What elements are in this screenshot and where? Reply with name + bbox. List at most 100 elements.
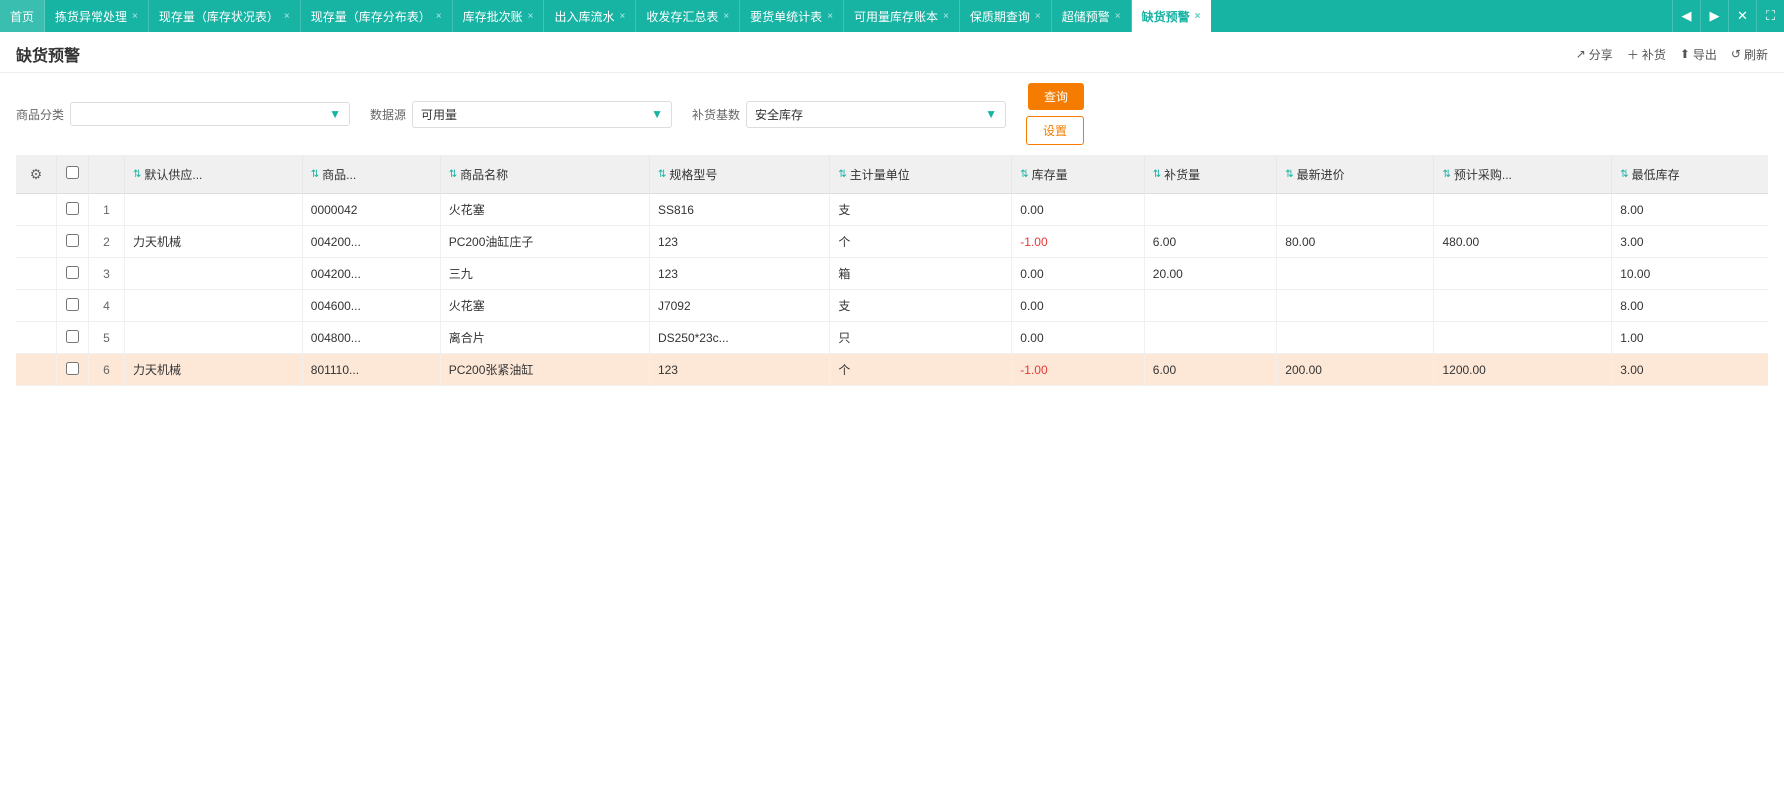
tab-available-ledger[interactable]: 可用量库存账本 × bbox=[844, 0, 960, 32]
row-checkbox-5[interactable] bbox=[66, 362, 79, 375]
row-stock-5: -1.00 bbox=[1012, 354, 1145, 386]
row-name-0: 火花塞 bbox=[440, 194, 649, 226]
row-spec-4: DS250*23c... bbox=[649, 322, 829, 354]
tab-bar: 首页 拣货异常处理 × 现存量（库存状况表） × 现存量（库存分布表） × 库存… bbox=[0, 0, 1784, 32]
row-gear-1 bbox=[16, 226, 57, 258]
tab-expiry-query[interactable]: 保质期查询 × bbox=[960, 0, 1052, 32]
th-spec: ⇅ 规格型号 bbox=[649, 155, 829, 194]
row-checkbox-0[interactable] bbox=[66, 202, 79, 215]
tab-prev-btn[interactable]: ◀ bbox=[1672, 0, 1700, 32]
tab-next-btn[interactable]: ▶ bbox=[1700, 0, 1728, 32]
row-checkbox-1[interactable] bbox=[66, 234, 79, 247]
datasource-select[interactable]: 可用量 ▼ bbox=[412, 101, 672, 128]
row-min-stock-5: 3.00 bbox=[1612, 354, 1768, 386]
row-unit-3: 支 bbox=[830, 290, 1012, 322]
row-checkbox-cell-2 bbox=[57, 258, 89, 290]
row-unit-4: 只 bbox=[830, 322, 1012, 354]
refresh-icon: ↺ bbox=[1731, 47, 1741, 61]
sort-stock-icon: ⇅ bbox=[1020, 169, 1028, 180]
th-num bbox=[89, 155, 125, 194]
tab-close-order-stats[interactable]: × bbox=[827, 11, 833, 22]
tab-batch-account[interactable]: 库存批次账 × bbox=[453, 0, 545, 32]
tab-close-available-ledger[interactable]: × bbox=[943, 11, 949, 22]
table-row: 4 004600... 火花塞 J7092 支 0.00 8.00 bbox=[16, 290, 1768, 322]
row-replenish-qty-3 bbox=[1144, 290, 1277, 322]
row-supplier-3 bbox=[125, 290, 303, 322]
tab-close-overstock[interactable]: × bbox=[1115, 11, 1121, 22]
row-checkbox-cell-1 bbox=[57, 226, 89, 258]
tab-inout-flow[interactable]: 出入库流水 × bbox=[544, 0, 636, 32]
row-num-5: 6 bbox=[89, 354, 125, 386]
row-checkbox-3[interactable] bbox=[66, 298, 79, 311]
category-arrow-icon: ▼ bbox=[329, 107, 341, 121]
tab-close-collect-summary[interactable]: × bbox=[723, 11, 729, 22]
replenish-icon: ＋ bbox=[1627, 46, 1639, 63]
tab-home[interactable]: 首页 bbox=[0, 0, 45, 32]
tab-inventory-status[interactable]: 现存量（库存状况表） × bbox=[149, 0, 301, 32]
row-estimated-1: 480.00 bbox=[1434, 226, 1612, 258]
row-min-stock-3: 8.00 bbox=[1612, 290, 1768, 322]
tab-close-inventory-status[interactable]: × bbox=[284, 11, 290, 22]
filter-bar: 商品分类 ▼ 数据源 可用量 ▼ 补货基数 安全库存 ▼ 查询 设置 bbox=[0, 73, 1784, 155]
row-latest-price-4 bbox=[1277, 322, 1434, 354]
row-estimated-0 bbox=[1434, 194, 1612, 226]
row-num-0: 1 bbox=[89, 194, 125, 226]
row-estimated-3 bbox=[1434, 290, 1612, 322]
share-button[interactable]: ↗ 分享 bbox=[1576, 46, 1613, 63]
export-icon: ⬆ bbox=[1680, 47, 1690, 61]
row-supplier-1: 力天机械 bbox=[125, 226, 303, 258]
tab-fullscreen-btn[interactable]: ⛶ bbox=[1756, 0, 1784, 32]
replenish-base-label: 补货基数 bbox=[692, 106, 740, 123]
datasource-value: 可用量 bbox=[421, 106, 651, 123]
tab-stockout[interactable]: 缺货预警 × bbox=[1132, 0, 1212, 32]
row-unit-5: 个 bbox=[830, 354, 1012, 386]
row-code-1: 004200... bbox=[302, 226, 440, 258]
table-header-row: ⚙ ⇅ 默认供应... ⇅ 商 bbox=[16, 155, 1768, 194]
table-body: 1 0000042 火花塞 SS816 支 0.00 8.00 2 力天机械 0… bbox=[16, 194, 1768, 386]
tab-overstock[interactable]: 超储预警 × bbox=[1052, 0, 1132, 32]
sort-unit-icon: ⇅ bbox=[838, 169, 846, 180]
th-stock: ⇅ 库存量 bbox=[1012, 155, 1145, 194]
tab-close-inventory-dist[interactable]: × bbox=[436, 11, 442, 22]
tab-close-exception[interactable]: × bbox=[132, 11, 138, 22]
row-code-4: 004800... bbox=[302, 322, 440, 354]
tab-order-stats[interactable]: 要货单统计表 × bbox=[740, 0, 844, 32]
tab-close-batch-account[interactable]: × bbox=[528, 11, 534, 22]
row-supplier-0 bbox=[125, 194, 303, 226]
row-checkbox-cell-3 bbox=[57, 290, 89, 322]
tab-exception[interactable]: 拣货异常处理 × bbox=[45, 0, 149, 32]
table-container: ⚙ ⇅ 默认供应... ⇅ 商 bbox=[0, 155, 1784, 386]
export-button[interactable]: ⬆ 导出 bbox=[1680, 46, 1717, 63]
page-header: 缺货预警 ↗ 分享 ＋ 补货 ⬆ 导出 ↺ 刷新 bbox=[0, 32, 1784, 73]
tab-inventory-dist[interactable]: 现存量（库存分布表） × bbox=[301, 0, 453, 32]
select-all-checkbox[interactable] bbox=[66, 166, 79, 179]
replenish-base-filter-group: 补货基数 安全库存 ▼ bbox=[692, 101, 1006, 128]
replenish-button[interactable]: ＋ 补货 bbox=[1627, 46, 1666, 63]
category-select[interactable]: ▼ bbox=[70, 102, 350, 126]
tab-collect-summary[interactable]: 收发存汇总表 × bbox=[636, 0, 740, 32]
query-button[interactable]: 查询 bbox=[1028, 83, 1084, 110]
header-actions: ↗ 分享 ＋ 补货 ⬆ 导出 ↺ 刷新 bbox=[1576, 46, 1768, 63]
table-row: 1 0000042 火花塞 SS816 支 0.00 8.00 bbox=[16, 194, 1768, 226]
sort-minstock-icon: ⇅ bbox=[1620, 169, 1628, 180]
tab-close-expiry-query[interactable]: × bbox=[1035, 11, 1041, 22]
tab-close-stockout[interactable]: × bbox=[1195, 11, 1201, 22]
tab-close-inout-flow[interactable]: × bbox=[619, 11, 625, 22]
row-min-stock-0: 8.00 bbox=[1612, 194, 1768, 226]
th-product-code: ⇅ 商品... bbox=[302, 155, 440, 194]
tab-close-all-btn[interactable]: ✕ bbox=[1728, 0, 1756, 32]
refresh-button[interactable]: ↺ 刷新 bbox=[1731, 46, 1768, 63]
sort-code-icon: ⇅ bbox=[311, 169, 319, 180]
row-spec-0: SS816 bbox=[649, 194, 829, 226]
replenish-base-value: 安全库存 bbox=[755, 106, 985, 123]
datasource-arrow-icon: ▼ bbox=[651, 107, 663, 121]
sort-price-icon: ⇅ bbox=[1285, 169, 1293, 180]
row-min-stock-2: 10.00 bbox=[1612, 258, 1768, 290]
page-title: 缺货预警 bbox=[16, 42, 1576, 66]
replenish-base-select[interactable]: 安全库存 ▼ bbox=[746, 101, 1006, 128]
row-checkbox-4[interactable] bbox=[66, 330, 79, 343]
row-checkbox-2[interactable] bbox=[66, 266, 79, 279]
sort-name-icon: ⇅ bbox=[449, 169, 457, 180]
gear-icon[interactable]: ⚙ bbox=[24, 162, 48, 186]
settings-button[interactable]: 设置 bbox=[1026, 116, 1084, 145]
